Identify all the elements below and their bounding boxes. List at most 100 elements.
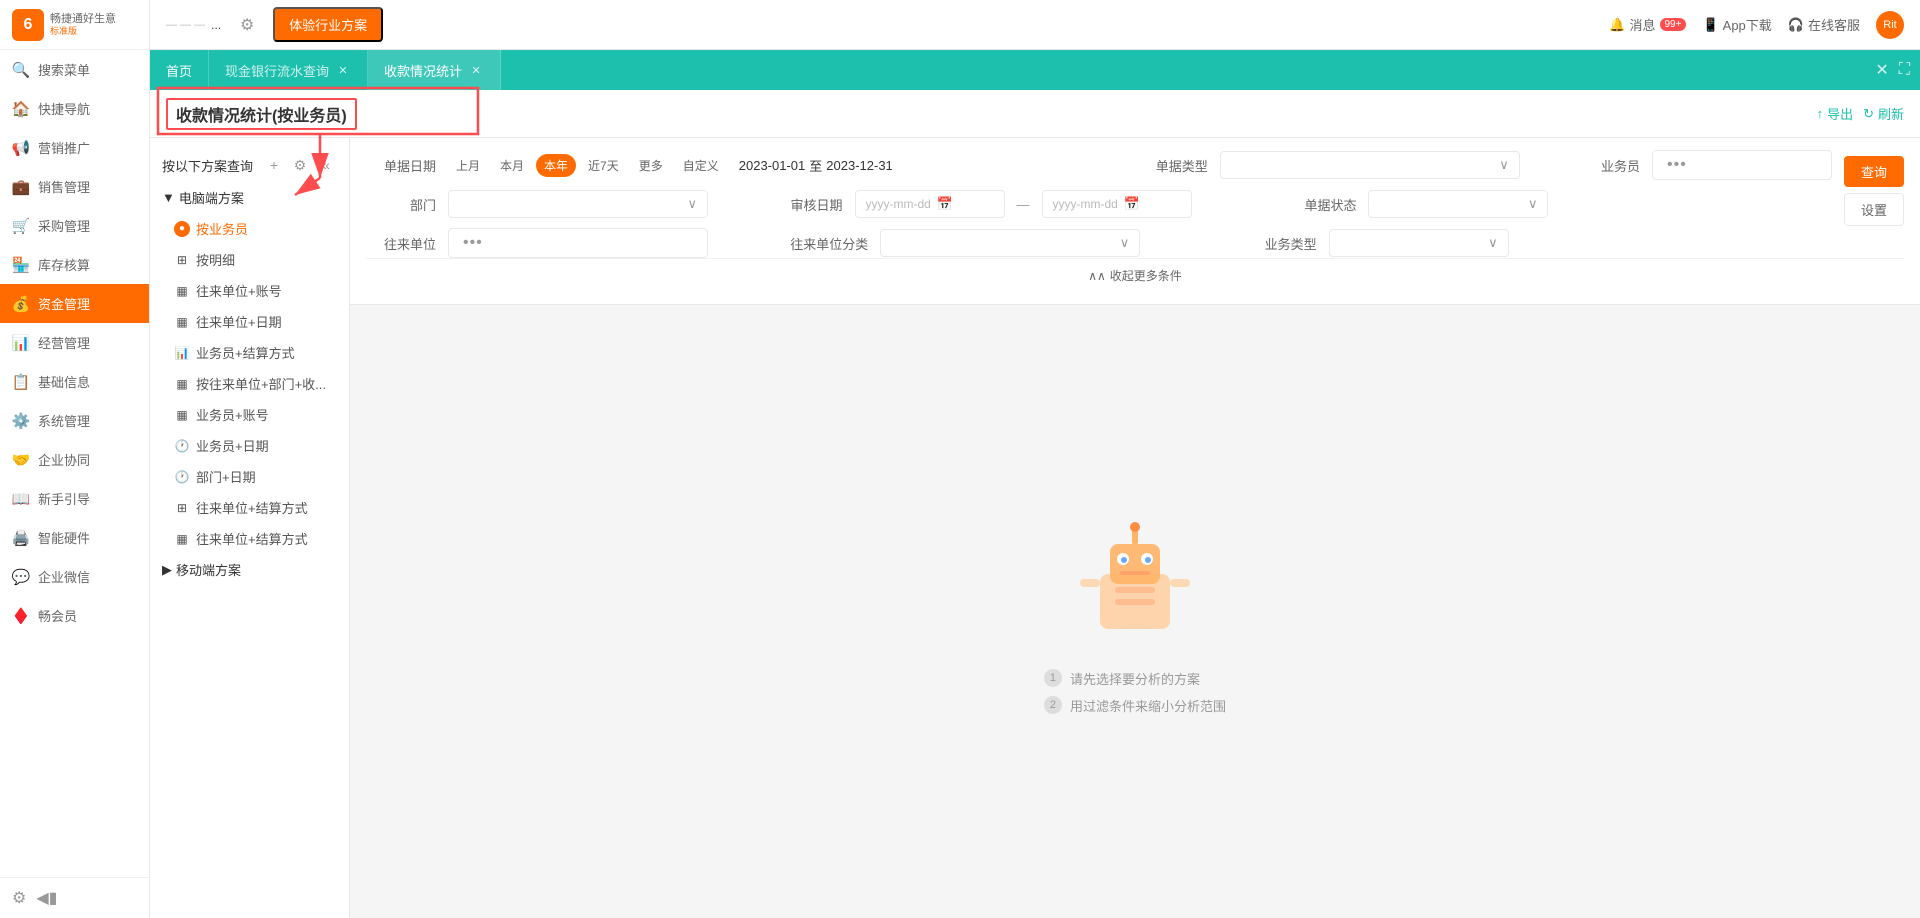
tabs-window-actions: ✕ ⛶ bbox=[1875, 60, 1920, 80]
dept-select[interactable]: ∨ bbox=[448, 190, 708, 218]
salesperson-select[interactable]: ••• bbox=[1652, 150, 1832, 180]
date-tab-thisyear[interactable]: 本年 bbox=[536, 154, 576, 177]
sidebar-item-vip[interactable]: ♦️ 畅会员 bbox=[0, 596, 149, 635]
headset-icon: 🎧 bbox=[1788, 17, 1804, 33]
date-tab-thismonth[interactable]: 本月 bbox=[492, 154, 532, 177]
page-header-actions: ↑ 导出 ↻ 刷新 bbox=[1817, 104, 1904, 123]
partner-dots[interactable]: ••• bbox=[463, 234, 483, 252]
sidebar-item-finance[interactable]: 💰 资金管理 bbox=[0, 284, 149, 323]
sidebar-item-guide[interactable]: 📖 新手引导 bbox=[0, 479, 149, 518]
sidebar-item-system[interactable]: ⚙️ 系统管理 bbox=[0, 401, 149, 440]
date-tabs: 上月 本月 本年 近7天 更多 自定义 bbox=[448, 154, 727, 177]
scheme-item-salesperson-settlement[interactable]: 📊 业务员+结算方式 bbox=[150, 337, 349, 368]
online-service-button[interactable]: 🎧 在线客服 bbox=[1788, 15, 1860, 34]
purchase-icon: 🛒 bbox=[12, 217, 30, 235]
query-buttons: 查询 设置 bbox=[1844, 156, 1904, 226]
review-date-label: 审核日期 bbox=[773, 195, 843, 214]
partner-select[interactable]: ••• bbox=[448, 228, 708, 258]
tab-bank[interactable]: 现金银行流水查询 ✕ bbox=[209, 50, 368, 90]
enterprise-icon: 🤝 bbox=[12, 451, 30, 469]
filter-row-1: 单据日期 上月 本月 本年 近7天 更多 自定义 2023-01-01 bbox=[366, 150, 1832, 180]
date-tab-last7[interactable]: 近7天 bbox=[580, 154, 627, 177]
tab-collection-close[interactable]: ✕ bbox=[468, 62, 484, 78]
chevron-down-icon: ▼ bbox=[162, 190, 175, 205]
scheme-item-partner-account[interactable]: ▦ 往来单位+账号 bbox=[150, 275, 349, 306]
add-scheme-button[interactable]: + bbox=[263, 154, 285, 176]
scheme-item-partner-date[interactable]: ▦ 往来单位+日期 bbox=[150, 306, 349, 337]
date-tab-more[interactable]: 更多 bbox=[631, 154, 671, 177]
trial-button[interactable]: 体验行业方案 bbox=[273, 7, 383, 42]
sidebar-item-operations[interactable]: 📊 经营管理 bbox=[0, 323, 149, 362]
scheme-item-partner-settlement1[interactable]: ⊞ 往来单位+结算方式 bbox=[150, 492, 349, 523]
tip-item-1: 1 请先选择要分析的方案 bbox=[1044, 669, 1226, 688]
window-maximize-btn[interactable]: ⛶ bbox=[1899, 61, 1910, 79]
sidebar-item-enterprise[interactable]: 🤝 企业协同 bbox=[0, 440, 149, 479]
partner-label: 往来单位 bbox=[366, 234, 436, 253]
wechat-icon: 💬 bbox=[12, 568, 30, 586]
sidebar-item-search[interactable]: 🔍 搜索菜单 bbox=[0, 50, 149, 89]
clock-icon: 🕐 bbox=[174, 438, 190, 454]
salesperson-dots[interactable]: ••• bbox=[1667, 156, 1687, 174]
date-tab-custom[interactable]: 自定义 bbox=[675, 154, 727, 177]
sidebar-item-marketing[interactable]: 📢 营销推广 bbox=[0, 128, 149, 167]
tab-bank-close[interactable]: ✕ bbox=[335, 62, 351, 78]
sidebar-item-wechat[interactable]: 💬 企业微信 bbox=[0, 557, 149, 596]
dept-chevron: ∨ bbox=[687, 196, 697, 212]
biz-type-select[interactable]: ∨ bbox=[1329, 229, 1509, 257]
sidebar-logo: 6 畅捷通好生意 标准版 bbox=[0, 0, 149, 50]
collapse-panel-button[interactable]: « bbox=[315, 154, 337, 176]
sidebar-item-purchase[interactable]: 🛒 采购管理 bbox=[0, 206, 149, 245]
scheme-item-by-salesperson[interactable]: ● 按业务员 bbox=[150, 213, 349, 244]
topbar-settings-icon[interactable]: ⚙ bbox=[233, 11, 261, 39]
doc-status-chevron: ∨ bbox=[1528, 196, 1538, 212]
scheme-settings-button[interactable]: ⚙ bbox=[289, 154, 311, 176]
query-button[interactable]: 查询 bbox=[1844, 156, 1904, 187]
page-header: 收款情况统计(按业务员) ↑ 导出 ↻ 刷新 bbox=[150, 90, 1920, 138]
active-scheme-indicator: ● bbox=[174, 221, 190, 237]
doc-status-select[interactable]: ∨ bbox=[1368, 190, 1548, 218]
scheme-item-dept-date[interactable]: 🕐 部门+日期 bbox=[150, 461, 349, 492]
sidebar-nav: 🔍 搜索菜单 🏠 快捷导航 📢 营销推广 💼 销售管理 🛒 采购管理 🏪 库存核… bbox=[0, 50, 149, 877]
scheme-item-by-detail[interactable]: ⊞ 按明细 bbox=[150, 244, 349, 275]
sidebar-item-quicknav[interactable]: 🏠 快捷导航 bbox=[0, 89, 149, 128]
doc-type-select[interactable]: ∨ bbox=[1220, 151, 1520, 179]
user-avatar[interactable]: Rit bbox=[1876, 11, 1904, 39]
date-tab-lastmonth[interactable]: 上月 bbox=[448, 154, 488, 177]
sidebar-item-inventory[interactable]: 🏪 库存核算 bbox=[0, 245, 149, 284]
sidebar-footer-collapse[interactable]: ◀▮ bbox=[36, 888, 57, 908]
partner-type-select[interactable]: ∨ bbox=[880, 229, 1140, 257]
refresh-button[interactable]: ↻ 刷新 bbox=[1863, 104, 1904, 123]
messages-button[interactable]: 🔔 消息 99+ bbox=[1609, 15, 1686, 34]
home-icon: 🏠 bbox=[12, 100, 30, 118]
mobile-scheme-group: ▶ 移动端方案 bbox=[150, 554, 349, 585]
sidebar-item-sales[interactable]: 💼 销售管理 bbox=[0, 167, 149, 206]
table-icon: ▦ bbox=[174, 283, 190, 299]
filter-settings-button[interactable]: 设置 bbox=[1844, 193, 1904, 226]
finance-icon: 💰 bbox=[12, 295, 30, 313]
guide-icon: 📖 bbox=[12, 490, 30, 508]
app-download-button[interactable]: 📱 App下载 bbox=[1702, 15, 1771, 34]
export-button[interactable]: ↑ 导出 bbox=[1817, 104, 1854, 123]
left-panel-header: 按以下方案查询 + ⚙ « bbox=[150, 148, 349, 182]
tab-collection[interactable]: 收款情况统计 ✕ bbox=[368, 50, 501, 90]
review-date-start[interactable]: yyyy-mm-dd 📅 bbox=[855, 190, 1005, 218]
sidebar-item-hardware[interactable]: 🖨️ 智能硬件 bbox=[0, 518, 149, 557]
scheme-item-partner-settlement2[interactable]: ▦ 往来单位+结算方式 bbox=[150, 523, 349, 554]
hardware-icon: 🖨️ bbox=[12, 529, 30, 547]
breadcrumb: — — — ... bbox=[166, 18, 221, 32]
sidebar-footer-settings[interactable]: ⚙ bbox=[12, 888, 26, 908]
window-close-btn[interactable]: ✕ bbox=[1875, 60, 1888, 80]
collapse-more-conditions[interactable]: ∧∧ 收起更多条件 bbox=[366, 258, 1904, 292]
mobile-scheme-group-title[interactable]: ▶ 移动端方案 bbox=[150, 554, 349, 585]
app-logo-icon: 6 bbox=[12, 9, 44, 41]
tab-home[interactable]: 首页 bbox=[150, 50, 209, 90]
page-title: 收款情况统计(按业务员) bbox=[166, 98, 357, 130]
review-date-end[interactable]: yyyy-mm-dd 📅 bbox=[1042, 190, 1192, 218]
desktop-scheme-group-title[interactable]: ▼ 电脑端方案 bbox=[150, 182, 349, 213]
sidebar-item-basic[interactable]: 📋 基础信息 bbox=[0, 362, 149, 401]
scheme-item-salesperson-date[interactable]: 🕐 业务员+日期 bbox=[150, 430, 349, 461]
scheme-item-partner-dept-collection[interactable]: ▦ 按往来单位+部门+收... bbox=[150, 368, 349, 399]
scheme-item-salesperson-account[interactable]: ▦ 业务员+账号 bbox=[150, 399, 349, 430]
desktop-scheme-group: ▼ 电脑端方案 ● 按业务员 ⊞ 按明细 ▦ 往来单位+账号 ▦ 往来单位 bbox=[150, 182, 349, 554]
right-panel: 单据日期 上月 本月 本年 近7天 更多 自定义 2023-01-01 bbox=[350, 138, 1920, 918]
